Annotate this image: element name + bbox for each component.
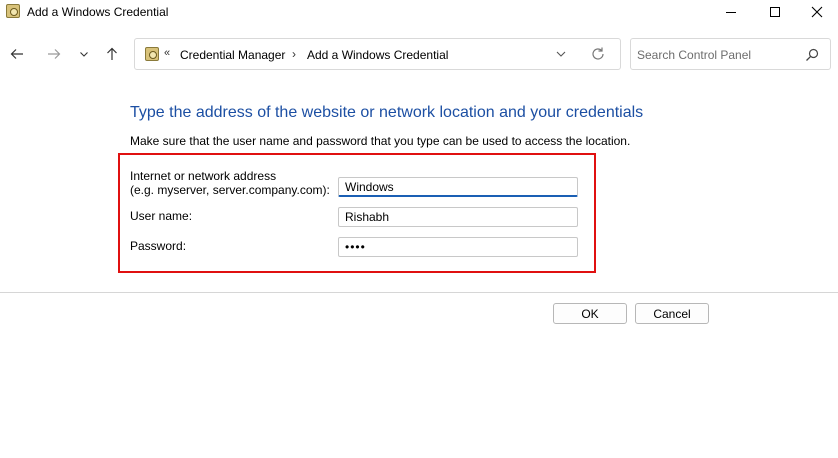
window-title: Add a Windows Credential [27,5,169,19]
arrow-right-icon [48,49,61,59]
chevron-down-icon [80,52,88,57]
address-dropdown-icon[interactable] [554,47,568,61]
arrow-left-icon [10,49,23,59]
address-label: Internet or network address [130,169,277,183]
back-button[interactable] [7,44,27,64]
username-label: User name: [130,209,193,223]
footer-divider [0,292,838,293]
up-button[interactable] [102,44,122,64]
refresh-icon[interactable] [590,46,606,62]
close-button[interactable] [794,0,838,24]
password-label: Password: [130,239,187,253]
minimize-icon [726,11,736,13]
address-field[interactable] [338,177,578,197]
breadcrumb-add-windows-credential[interactable]: Add a Windows Credential [307,48,448,62]
maximize-button[interactable] [752,0,798,24]
recent-locations-button[interactable] [74,44,94,64]
username-field[interactable] [338,207,578,227]
breadcrumb-separator[interactable]: › [292,47,296,61]
page-instructions: Make sure that the user name and passwor… [130,134,631,148]
close-icon [811,6,823,18]
breadcrumb-overflow-chevron[interactable]: « [164,47,170,59]
minimize-button[interactable] [708,0,754,24]
cancel-button[interactable]: Cancel [635,303,709,324]
search-box[interactable] [630,38,831,70]
search-input[interactable] [637,46,797,64]
forward-button[interactable] [44,44,64,64]
address-label-example: (e.g. myserver, server.company.com): [130,183,330,197]
title-bar: Add a Windows Credential [0,0,838,24]
search-icon[interactable] [805,48,819,62]
navigation-bar: « Credential Manager › Add a Windows Cre… [0,34,838,74]
maximize-icon [770,7,780,17]
address-bar[interactable]: « Credential Manager › Add a Windows Cre… [134,38,621,70]
page-heading: Type the address of the website or netwo… [130,104,644,121]
breadcrumb-credential-manager[interactable]: Credential Manager [180,48,285,62]
password-field[interactable] [338,237,578,257]
credential-manager-icon [6,4,20,18]
control-panel-icon [145,47,159,61]
ok-button[interactable]: OK [553,303,627,324]
arrow-up-icon [107,47,117,60]
